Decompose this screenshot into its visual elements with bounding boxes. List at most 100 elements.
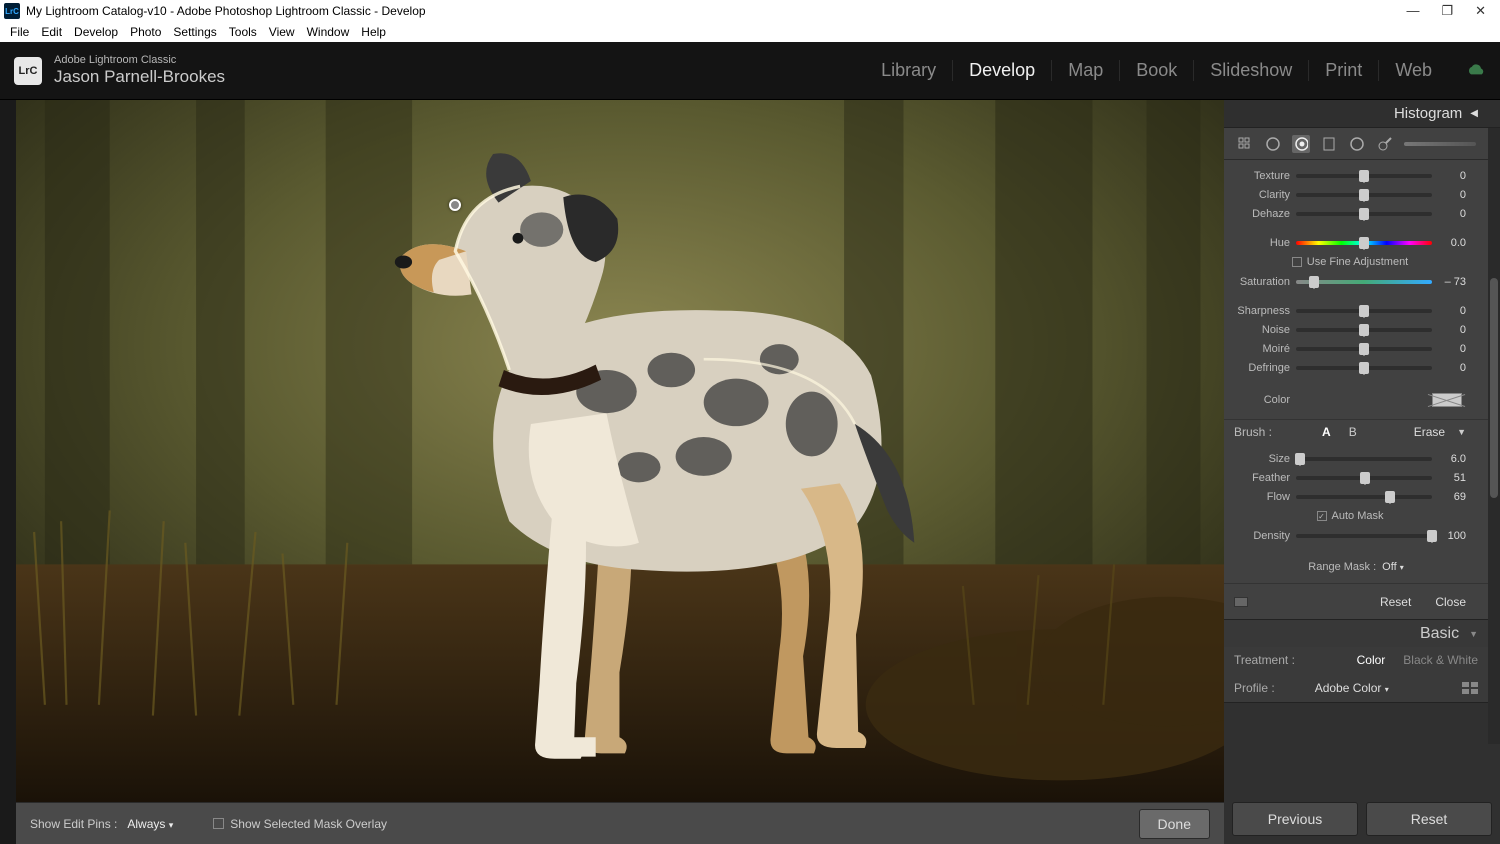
- size-value[interactable]: 6.0: [1432, 453, 1466, 465]
- treatment-color[interactable]: Color: [1357, 653, 1386, 667]
- histogram-header[interactable]: Histogram◀: [1224, 100, 1500, 128]
- cloud-sync-icon[interactable]: [1466, 64, 1486, 78]
- right-panel-scrollbar[interactable]: [1488, 128, 1500, 744]
- redeye-tool-icon[interactable]: [1292, 135, 1310, 153]
- module-book[interactable]: Book: [1120, 60, 1194, 81]
- feather-value[interactable]: 51: [1432, 472, 1466, 484]
- dehaze-label: Dehaze: [1234, 208, 1296, 220]
- moire-slider[interactable]: [1296, 347, 1432, 351]
- brush-label: Brush :: [1234, 425, 1272, 439]
- defringe-value[interactable]: 0: [1432, 362, 1466, 374]
- module-develop[interactable]: Develop: [953, 60, 1052, 81]
- previous-button[interactable]: Previous: [1232, 802, 1358, 836]
- flow-label: Flow: [1234, 491, 1296, 503]
- density-value[interactable]: 100: [1432, 530, 1466, 542]
- defringe-label: Defringe: [1234, 362, 1296, 374]
- right-panel: Histogram◀ Texture0 Clarity0 Dehaze0 Hue…: [1224, 100, 1500, 844]
- basic-panel-header[interactable]: Basic▼: [1224, 619, 1500, 647]
- brush-a[interactable]: A: [1322, 425, 1331, 439]
- menu-settings[interactable]: Settings: [167, 25, 222, 39]
- feather-label: Feather: [1234, 472, 1296, 484]
- close-tool-button[interactable]: Close: [1435, 595, 1466, 609]
- product-name: Adobe Lightroom Classic: [54, 54, 225, 67]
- spot-tool-icon[interactable]: [1264, 135, 1282, 153]
- menu-photo[interactable]: Photo: [124, 25, 167, 39]
- menu-view[interactable]: View: [263, 25, 301, 39]
- window-title: My Lightroom Catalog-v10 - Adobe Photosh…: [26, 4, 1406, 18]
- range-mask-value[interactable]: Off ▾: [1382, 561, 1404, 573]
- feather-slider[interactable]: [1296, 476, 1432, 480]
- menu-tools[interactable]: Tools: [223, 25, 263, 39]
- moire-value[interactable]: 0: [1432, 343, 1466, 355]
- texture-value[interactable]: 0: [1432, 170, 1466, 182]
- radial-tool-icon[interactable]: [1348, 135, 1366, 153]
- gradient-tool-icon[interactable]: [1320, 135, 1338, 153]
- user-name: Jason Parnell-Brookes: [54, 67, 225, 87]
- noise-value[interactable]: 0: [1432, 324, 1466, 336]
- show-pins-value[interactable]: Always ▾: [127, 817, 173, 831]
- saturation-slider[interactable]: [1296, 280, 1432, 284]
- module-library[interactable]: Library: [865, 60, 953, 81]
- hue-value[interactable]: 0.0: [1432, 237, 1466, 249]
- clarity-value[interactable]: 0: [1432, 189, 1466, 201]
- profile-value[interactable]: Adobe Color ▾: [1315, 681, 1389, 695]
- noise-label: Noise: [1234, 324, 1296, 336]
- profile-label: Profile :: [1234, 681, 1275, 695]
- treatment-bw[interactable]: Black & White: [1403, 653, 1478, 667]
- app-icon: LrC: [4, 3, 20, 19]
- menu-file[interactable]: File: [4, 25, 35, 39]
- clarity-label: Clarity: [1234, 189, 1296, 201]
- saturation-value[interactable]: – 73: [1432, 276, 1466, 288]
- edit-pin[interactable]: [449, 199, 461, 211]
- image-canvas[interactable]: [16, 100, 1224, 802]
- brush-erase[interactable]: Erase: [1414, 425, 1445, 439]
- size-slider[interactable]: [1296, 457, 1432, 461]
- reset-button[interactable]: Reset: [1366, 802, 1492, 836]
- crop-tool-icon[interactable]: [1236, 135, 1254, 153]
- brush-b[interactable]: B: [1349, 425, 1357, 439]
- menu-help[interactable]: Help: [355, 25, 392, 39]
- show-pins-label: Show Edit Pins :: [30, 817, 117, 831]
- flow-value[interactable]: 69: [1432, 491, 1466, 503]
- exposure-strip[interactable]: [1404, 142, 1476, 146]
- brush-tool-icon[interactable]: [1376, 135, 1394, 153]
- module-slideshow[interactable]: Slideshow: [1194, 60, 1309, 81]
- saturation-label: Saturation: [1234, 276, 1296, 288]
- density-slider[interactable]: [1296, 534, 1432, 538]
- window-close[interactable]: ✕: [1475, 3, 1486, 19]
- module-web[interactable]: Web: [1379, 60, 1448, 81]
- left-panel-rail[interactable]: [0, 100, 16, 844]
- fine-adjust-checkbox[interactable]: [1292, 257, 1302, 267]
- moire-label: Moiré: [1234, 343, 1296, 355]
- profile-browser-icon[interactable]: [1462, 682, 1478, 694]
- clarity-slider[interactable]: [1296, 193, 1432, 197]
- automask-label: Auto Mask: [1332, 510, 1384, 522]
- dehaze-value[interactable]: 0: [1432, 208, 1466, 220]
- local-tools-strip: [1224, 128, 1488, 160]
- sharpness-value[interactable]: 0: [1432, 305, 1466, 317]
- hue-slider[interactable]: [1296, 241, 1432, 245]
- flow-slider[interactable]: [1296, 495, 1432, 499]
- menu-window[interactable]: Window: [301, 25, 356, 39]
- brush-collapse-icon[interactable]: ▼: [1457, 427, 1466, 437]
- module-print[interactable]: Print: [1309, 60, 1379, 81]
- window-maximize[interactable]: ❐: [1441, 3, 1453, 19]
- done-button[interactable]: Done: [1139, 809, 1210, 839]
- module-map[interactable]: Map: [1052, 60, 1120, 81]
- sharpness-slider[interactable]: [1296, 309, 1432, 313]
- menu-edit[interactable]: Edit: [35, 25, 68, 39]
- menubar: File Edit Develop Photo Settings Tools V…: [0, 22, 1500, 42]
- noise-slider[interactable]: [1296, 328, 1432, 332]
- panel-switch[interactable]: [1234, 597, 1248, 607]
- defringe-slider[interactable]: [1296, 366, 1432, 370]
- texture-slider[interactable]: [1296, 174, 1432, 178]
- dehaze-slider[interactable]: [1296, 212, 1432, 216]
- reset-adjustments-button[interactable]: Reset: [1380, 595, 1411, 609]
- sharpness-label: Sharpness: [1234, 305, 1296, 317]
- menu-develop[interactable]: Develop: [68, 25, 124, 39]
- automask-checkbox[interactable]: ✓: [1317, 511, 1327, 521]
- window-minimize[interactable]: —: [1406, 3, 1419, 19]
- overlay-checkbox[interactable]: [213, 818, 224, 829]
- color-swatch[interactable]: [1432, 393, 1462, 407]
- treatment-label: Treatment :: [1234, 653, 1295, 667]
